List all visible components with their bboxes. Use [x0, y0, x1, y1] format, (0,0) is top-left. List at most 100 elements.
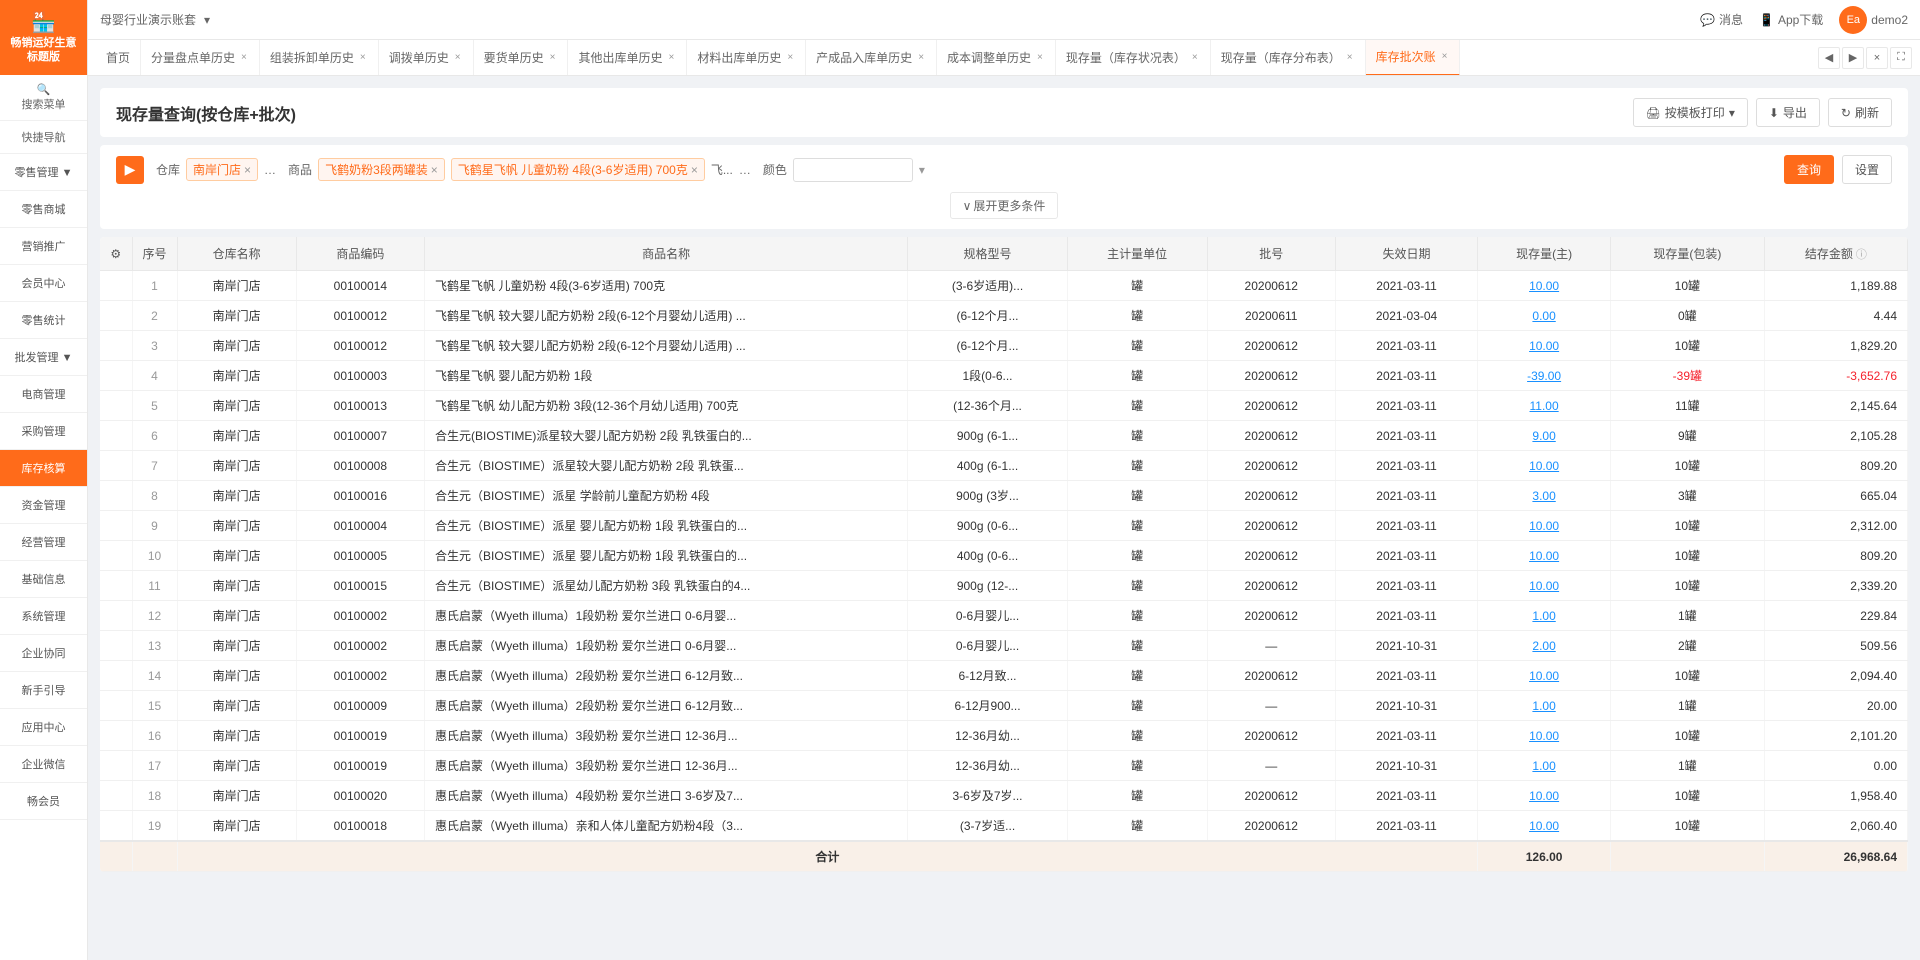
cell-product-code: 00100003	[296, 361, 424, 391]
topbar-right: 💬 消息 📱 App下载 Ea demo2	[1700, 6, 1908, 34]
tab-stock-status[interactable]: 现存量（库存状况表）×	[1056, 40, 1211, 76]
tab-close[interactable]: ×	[453, 51, 463, 64]
cell-qty-main[interactable]: 10.00	[1478, 811, 1611, 842]
settings-icon[interactable]: ⚙	[110, 247, 121, 261]
settings-button[interactable]: 设置	[1842, 155, 1892, 184]
warehouse-tag[interactable]: 南岸门店 ×	[186, 158, 258, 181]
tab-requisition[interactable]: 要货单历史×	[474, 40, 569, 76]
tab-close[interactable]: ×	[548, 51, 558, 64]
tab-close[interactable]: ×	[239, 51, 249, 64]
table-row: 19 南岸门店 00100018 惠氏启蒙（Wyeth illuma）亲和人体儿…	[100, 811, 1908, 842]
cell-qty-main[interactable]: 10.00	[1478, 451, 1611, 481]
sidebar-item-marketing[interactable]: 营销推广	[0, 228, 87, 265]
product-extra-dots[interactable]: …	[739, 163, 751, 177]
amount-info-icon[interactable]: ⓘ	[1856, 246, 1867, 262]
tab-nav-more[interactable]: ⛶	[1890, 47, 1912, 69]
tab-product-in[interactable]: 产成品入库单历史×	[806, 40, 937, 76]
sidebar-quick-nav[interactable]: 快捷导航	[0, 121, 87, 154]
cell-qty-main[interactable]: 10.00	[1478, 271, 1611, 301]
cell-unit: 罐	[1067, 421, 1207, 451]
product-tag-1[interactable]: 飞鹤奶粉3段两罐装 ×	[318, 158, 445, 181]
cell-qty-main[interactable]: 9.00	[1478, 421, 1611, 451]
cell-qty-main[interactable]: 2.00	[1478, 631, 1611, 661]
product-tag-2-remove[interactable]: ×	[691, 163, 698, 177]
tab-material-out[interactable]: 材料出库单历史×	[687, 40, 806, 76]
refresh-button[interactable]: ↻ 刷新	[1828, 98, 1892, 127]
tab-assemble[interactable]: 组装拆卸单历史×	[260, 40, 379, 76]
export-button[interactable]: ⬇ 导出	[1756, 98, 1820, 127]
sidebar-item-cooperation[interactable]: 企业协同	[0, 635, 87, 672]
tab-close[interactable]: ×	[916, 51, 926, 64]
cell-qty-main[interactable]: 11.00	[1478, 391, 1611, 421]
product-tag-1-remove[interactable]: ×	[431, 163, 438, 177]
cell-spec: (12-36个月...	[908, 391, 1067, 421]
sidebar-search[interactable]: 🔍 搜索菜单	[0, 75, 87, 121]
tab-home[interactable]: 首页	[96, 40, 141, 76]
sidebar-item-enterprise[interactable]: 企业微信	[0, 746, 87, 783]
tab-nav-left[interactable]: ◀	[1818, 47, 1840, 69]
table-row: 4 南岸门店 00100003 飞鹤星飞帆 婴儿配方奶粉 1段 1段(0-6..…	[100, 361, 1908, 391]
cell-qty-main[interactable]: 10.00	[1478, 511, 1611, 541]
sidebar-item-wholesale[interactable]: 批发管理 ▼	[0, 339, 87, 376]
sidebar-item-system[interactable]: 系统管理	[0, 598, 87, 635]
tab-close[interactable]: ×	[1190, 51, 1200, 64]
cell-qty-main[interactable]: 10.00	[1478, 541, 1611, 571]
tab-cost-adjust[interactable]: 成本调整单历史×	[937, 40, 1056, 76]
tab-close-active[interactable]: ×	[1440, 50, 1450, 63]
query-button[interactable]: 查询	[1784, 155, 1834, 184]
tab-close[interactable]: ×	[1035, 51, 1045, 64]
filter-toggle-button[interactable]: ▶	[116, 156, 144, 184]
tab-close[interactable]: ×	[358, 51, 368, 64]
th-settings[interactable]: ⚙	[100, 237, 132, 271]
tab-other-out[interactable]: 其他出库单历史×	[568, 40, 687, 76]
product-tag-2[interactable]: 飞鹤星飞帆 儿童奶粉 4段(3-6岁适用) 700克 ×	[451, 158, 705, 181]
cell-batch: 20200612	[1207, 601, 1335, 631]
cell-qty-main[interactable]: 10.00	[1478, 661, 1611, 691]
warehouse-tag-remove[interactable]: ×	[244, 163, 251, 177]
sidebar-item-purchase[interactable]: 采购管理	[0, 413, 87, 450]
sidebar-item-guide[interactable]: 新手引导	[0, 672, 87, 709]
cell-qty-main[interactable]: 10.00	[1478, 721, 1611, 751]
sidebar-item-ecommerce[interactable]: 电商管理	[0, 376, 87, 413]
sidebar-item-inventory[interactable]: 库存核算	[0, 450, 87, 487]
template-print-button[interactable]: 🖨 按模板打印 ▾	[1633, 98, 1748, 127]
message-icon: 💬	[1700, 13, 1715, 27]
cell-qty-main[interactable]: 10.00	[1478, 331, 1611, 361]
tab-close[interactable]: ×	[1345, 51, 1355, 64]
cell-qty-main[interactable]: 10.00	[1478, 781, 1611, 811]
tab-stock-dist[interactable]: 现存量（库存分布表）×	[1211, 40, 1366, 76]
sidebar-item-basic[interactable]: 基础信息	[0, 561, 87, 598]
expand-more-btn[interactable]: ∨ 展开更多条件	[950, 192, 1059, 219]
cell-qty-main[interactable]: 3.00	[1478, 481, 1611, 511]
tab-inventory-check[interactable]: 分量盘点单历史×	[141, 40, 260, 76]
tab-close[interactable]: ×	[785, 51, 795, 64]
sidebar-item-retail-stat[interactable]: 零售统计	[0, 302, 87, 339]
tab-transfer[interactable]: 调拨单历史×	[379, 40, 474, 76]
tab-stock-batch[interactable]: 库存批次账×	[1366, 40, 1461, 76]
sidebar-item-retail[interactable]: 零售管理 ▼	[0, 154, 87, 191]
sidebar-item-member2[interactable]: 畅会员	[0, 783, 87, 820]
tab-close[interactable]: ×	[666, 51, 676, 64]
tab-nav-close[interactable]: ×	[1866, 47, 1888, 69]
color-input[interactable]	[793, 158, 913, 182]
sidebar-item-appcentre[interactable]: 应用中心	[0, 709, 87, 746]
cell-qty-main[interactable]: 10.00	[1478, 571, 1611, 601]
sidebar-item-finance[interactable]: 资金管理	[0, 487, 87, 524]
topbar-user[interactable]: Ea demo2	[1839, 6, 1908, 34]
filter-row: ▶ 仓库 南岸门店 × … 商品 飞鹤奶粉3段两罐装 ×	[116, 155, 1892, 184]
product-more[interactable]: 飞...	[711, 161, 733, 178]
cell-qty-main[interactable]: 1.00	[1478, 601, 1611, 631]
cell-qty-main[interactable]: 0.00	[1478, 301, 1611, 331]
cell-qty-main[interactable]: 1.00	[1478, 751, 1611, 781]
warehouse-more[interactable]: …	[264, 163, 276, 177]
cell-qty-main[interactable]: -39.00	[1478, 361, 1611, 391]
sidebar-item-member[interactable]: 会员中心	[0, 265, 87, 302]
sidebar-item-operation[interactable]: 经营管理	[0, 524, 87, 561]
sidebar-item-retail-shop[interactable]: 零售商城	[0, 191, 87, 228]
topbar-download[interactable]: 📱 App下载	[1759, 11, 1823, 28]
cell-qty-main[interactable]: 1.00	[1478, 691, 1611, 721]
tab-nav-right[interactable]: ▶	[1842, 47, 1864, 69]
topbar-message[interactable]: 💬 消息	[1700, 11, 1743, 28]
color-dropdown-arrow[interactable]: ▾	[919, 163, 925, 177]
topbar-dropdown-icon[interactable]: ▾	[204, 13, 210, 27]
